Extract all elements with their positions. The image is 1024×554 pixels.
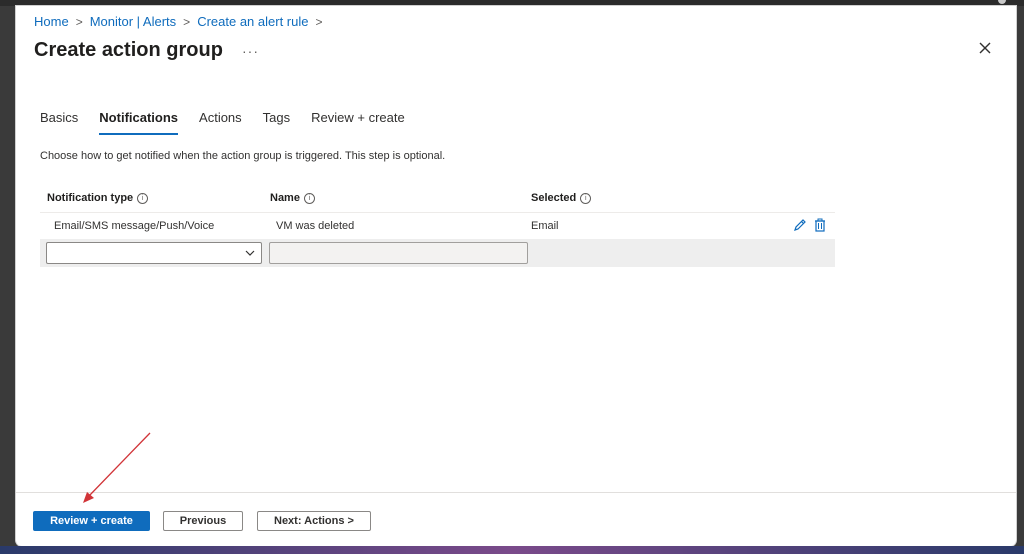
avatar[interactable] [998,0,1006,4]
row-actions [793,218,827,232]
info-icon[interactable]: i [137,192,149,204]
breadcrumb-home[interactable]: Home [34,14,69,29]
tab-notifications[interactable]: Notifications [99,110,179,135]
selected-cell: Email [531,220,559,232]
tab-actions[interactable]: Actions [199,110,242,135]
notifications-description: Choose how to get notified when the acti… [40,150,446,162]
column-header-label: Selected [531,192,577,204]
chevron-down-icon [245,250,255,256]
column-header-label: Notification type [47,192,134,204]
page-title: Create action group [34,39,223,61]
new-notification-row [40,239,835,267]
breadcrumb: Home > Monitor | Alerts > Create an aler… [34,14,329,29]
column-header-notification-type: Notification type i [47,192,149,204]
footer: Review + create Previous Next: Actions > [16,492,1016,547]
previous-button[interactable]: Previous [163,511,243,531]
ellipsis-icon[interactable]: ··· [242,43,259,59]
delete-icon[interactable] [813,218,827,232]
breadcrumb-separator: > [75,14,83,29]
review-create-button[interactable]: Review + create [33,511,150,531]
column-header-selected: Selected i [531,192,592,204]
name-cell: VM was deleted [276,220,355,232]
tab-basics[interactable]: Basics [40,110,78,135]
info-icon[interactable]: i [580,192,592,204]
breadcrumb-monitor-alerts[interactable]: Monitor | Alerts [90,14,176,29]
info-icon[interactable]: i [303,192,315,204]
table-row: Email/SMS message/Push/Voice VM was dele… [40,213,835,239]
desktop-background-strip [0,546,1024,554]
action-group-blade: Home > Monitor | Alerts > Create an aler… [16,6,1016,546]
next-actions-button[interactable]: Next: Actions > [257,511,371,531]
tab-tags[interactable]: Tags [263,110,290,135]
close-icon[interactable] [976,39,994,57]
notifications-table: Notification type i Name i Selected i Em… [40,184,835,267]
notification-type-cell: Email/SMS message/Push/Voice [54,220,215,232]
tab-bar: Basics Notifications Actions Tags Review… [40,110,426,135]
column-header-name: Name i [270,192,315,204]
annotation-arrow [83,432,151,503]
tab-review-create[interactable]: Review + create [311,110,405,135]
breadcrumb-separator: > [315,14,323,29]
breadcrumb-create-alert-rule[interactable]: Create an alert rule [197,14,308,29]
edit-icon[interactable] [793,218,807,232]
notification-name-input[interactable] [269,242,528,264]
table-header: Notification type i Name i Selected i [40,184,835,213]
breadcrumb-separator: > [183,14,191,29]
column-header-label: Name [270,192,300,204]
notification-type-dropdown[interactable] [46,242,262,264]
